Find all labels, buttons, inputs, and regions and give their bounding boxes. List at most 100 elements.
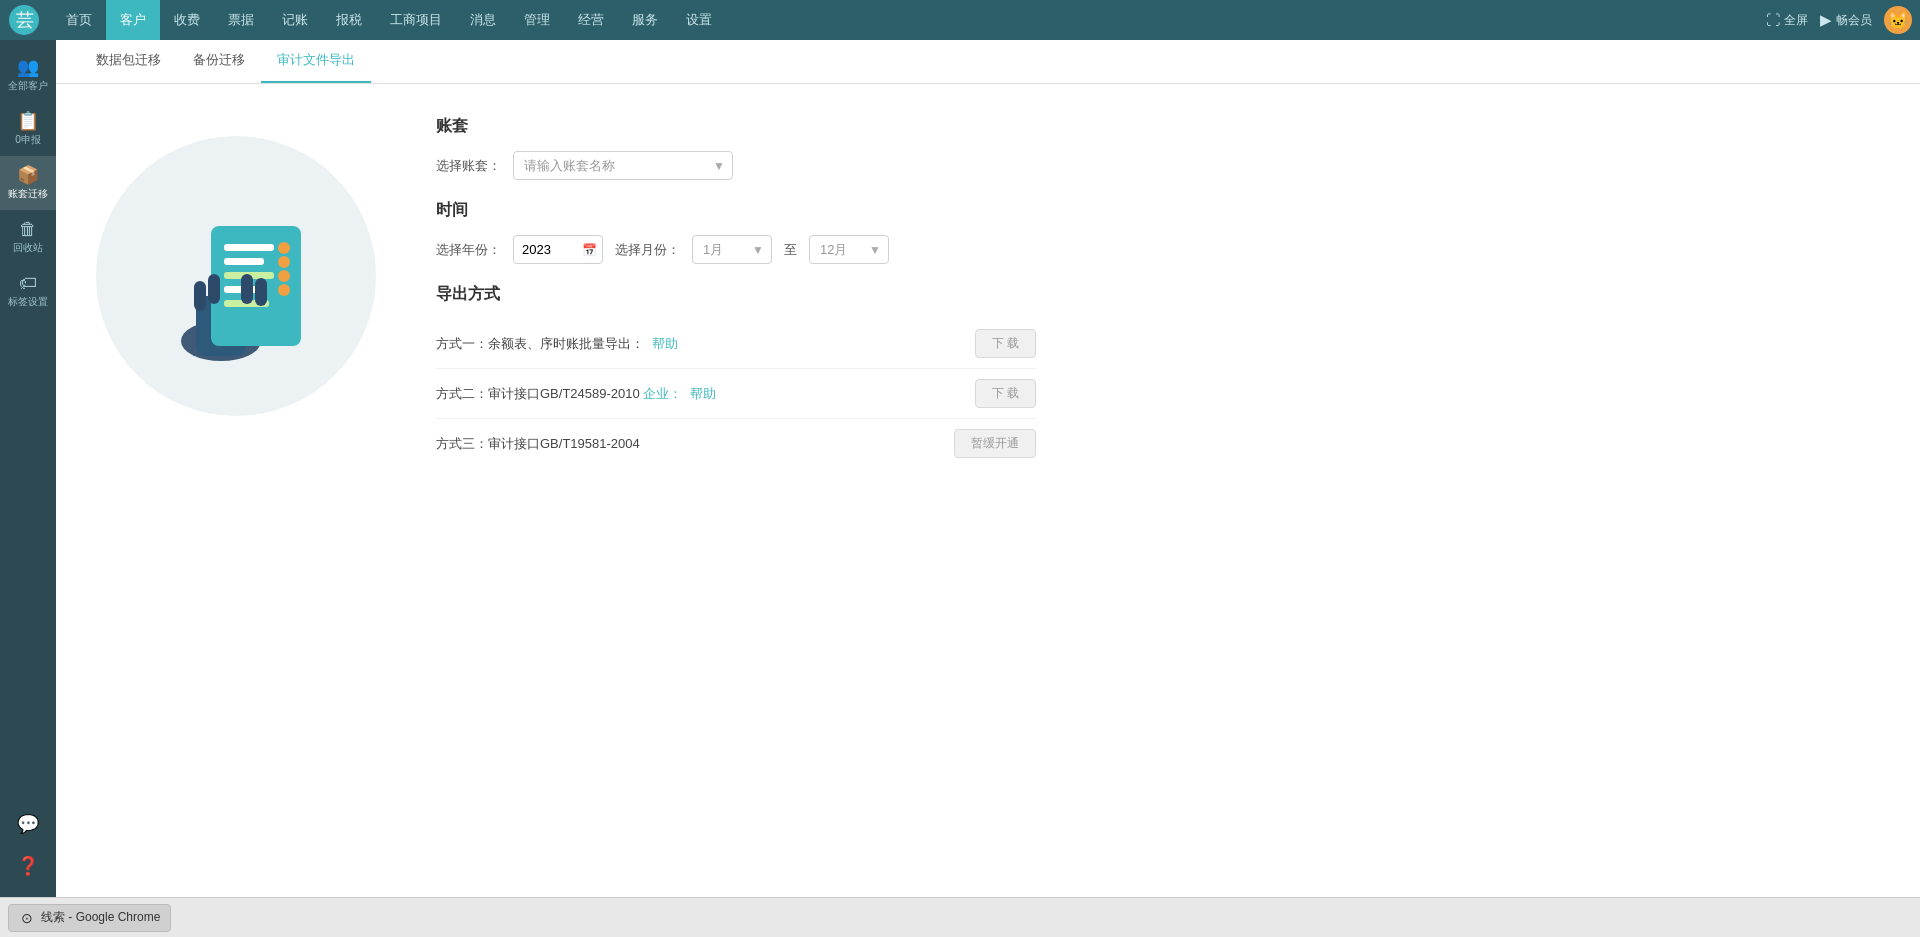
tab-audit-export[interactable]: 审计文件导出 xyxy=(261,40,371,83)
month-label: 选择月份： xyxy=(615,241,680,259)
form-area: 账套 选择账套： 请输入账套名称 ▼ 时间 选择年份： xyxy=(436,116,1036,865)
time-row: 选择年份： 📅 选择月份： 1月2月3月 4月5月6月 7月8月9月 10月11 xyxy=(436,235,1036,264)
svg-rect-5 xyxy=(224,244,274,251)
illustration-area xyxy=(96,116,376,865)
nav-settings[interactable]: 设置 xyxy=(672,0,726,40)
chat-icon: 💬 xyxy=(17,813,39,835)
separator-text: 至 xyxy=(784,241,797,259)
time-section-title: 时间 xyxy=(436,200,1036,221)
sidebar-item-account-migration[interactable]: 📦 账套迁移 xyxy=(0,156,56,210)
method-3-pending-button[interactable]: 暂缓开通 xyxy=(954,429,1036,458)
nav-operation[interactable]: 经营 xyxy=(564,0,618,40)
method-2-download-button[interactable]: 下 载 xyxy=(975,379,1036,408)
year-input-wrap: 📅 xyxy=(513,235,603,264)
illustration-svg xyxy=(136,166,336,386)
nav-tax[interactable]: 报税 xyxy=(322,0,376,40)
main-content: 数据包迁移 备份迁移 审计文件导出 xyxy=(56,40,1920,897)
all-customers-icon: 👥 xyxy=(17,58,39,76)
app-body: 👥 全部客户 📋 0申报 📦 账套迁移 🗑 回收站 🏷 标签设置 💬 ❓ xyxy=(0,40,1920,897)
sidebar: 👥 全部客户 📋 0申报 📦 账套迁移 🗑 回收站 🏷 标签设置 💬 ❓ xyxy=(0,40,56,897)
fullscreen-button[interactable]: ⛶ 全屏 xyxy=(1766,12,1808,29)
tabs-bar: 数据包迁移 备份迁移 审计文件导出 xyxy=(56,40,1920,84)
taskbar-chrome-label: 线索 - Google Chrome xyxy=(41,909,160,926)
nav-message[interactable]: 消息 xyxy=(456,0,510,40)
account-select[interactable]: 请输入账套名称 xyxy=(513,151,733,180)
nav-service[interactable]: 服务 xyxy=(618,0,672,40)
tab-data-migration[interactable]: 数据包迁移 xyxy=(80,40,177,83)
method-1-help-link[interactable]: 帮助 xyxy=(652,336,678,351)
svg-point-10 xyxy=(278,242,290,254)
sidebar-label-tag-settings: 标签设置 xyxy=(8,296,48,308)
illustration-circle xyxy=(96,136,376,416)
sidebar-label-recycle: 回收站 xyxy=(13,242,43,254)
method-2-help-link[interactable]: 帮助 xyxy=(690,386,716,401)
export-section-title: 导出方式 xyxy=(436,284,1036,305)
method-1-text: 方式一：余额表、序时账批量导出： xyxy=(436,336,644,351)
sidebar-chat-button[interactable]: 💬 xyxy=(0,805,56,843)
nav-manage[interactable]: 管理 xyxy=(510,0,564,40)
year-label: 选择年份： xyxy=(436,241,501,259)
nav-invoice[interactable]: 票据 xyxy=(214,0,268,40)
tag-settings-icon: 🏷 xyxy=(19,274,37,292)
sidebar-item-zero-declaration[interactable]: 📋 0申报 xyxy=(0,102,56,156)
nav-customer[interactable]: 客户 xyxy=(106,0,160,40)
month-end-wrap: 1月2月3月 4月5月6月 7月8月9月 10月11月 12月 ▼ xyxy=(809,235,889,264)
month-start-select[interactable]: 1月2月3月 4月5月6月 7月8月9月 10月11月12月 xyxy=(692,235,772,264)
help-icon: ❓ xyxy=(17,855,39,877)
recycle-icon: 🗑 xyxy=(19,220,37,238)
taskbar-chrome-item[interactable]: ⊙ 线索 - Google Chrome xyxy=(8,904,171,932)
sidebar-item-all-customers[interactable]: 👥 全部客户 xyxy=(0,48,56,102)
month-start-wrap: 1月2月3月 4月5月6月 7月8月9月 10月11月12月 ▼ xyxy=(692,235,772,264)
export-section: 导出方式 方式一：余额表、序时账批量导出： 帮助 下 载 方式二：审计接口GB/… xyxy=(436,284,1036,468)
fullscreen-label: 全屏 xyxy=(1784,12,1808,29)
svg-rect-15 xyxy=(208,274,220,304)
account-section-title: 账套 xyxy=(436,116,1036,137)
svg-text:芸: 芸 xyxy=(16,10,34,30)
account-select-wrap: 请输入账套名称 ▼ xyxy=(513,151,733,180)
fullscreen-icon: ⛶ xyxy=(1766,12,1780,28)
svg-point-11 xyxy=(278,256,290,268)
nav-commerce[interactable]: 工商项目 xyxy=(376,0,456,40)
account-migration-icon: 📦 xyxy=(17,166,39,184)
svg-rect-14 xyxy=(194,281,206,311)
member-button[interactable]: ▶ 畅会员 xyxy=(1820,11,1872,29)
app-logo[interactable]: 芸 xyxy=(8,4,40,36)
member-icon: ▶ xyxy=(1820,11,1832,29)
nav-right: ⛶ 全屏 ▶ 畅会员 🐱 xyxy=(1766,6,1912,34)
nav-home[interactable]: 首页 xyxy=(52,0,106,40)
year-input[interactable] xyxy=(513,235,603,264)
sidebar-help-button[interactable]: ❓ xyxy=(0,847,56,885)
method-2-company-link[interactable]: 企业： xyxy=(643,386,682,401)
tab-backup-migration[interactable]: 备份迁移 xyxy=(177,40,261,83)
method-1-download-button[interactable]: 下 载 xyxy=(975,329,1036,358)
month-end-select[interactable]: 1月2月3月 4月5月6月 7月8月9月 10月11月 12月 xyxy=(809,235,889,264)
method-2-label: 方式二：审计接口GB/T24589-2010 企业： 帮助 xyxy=(436,385,975,403)
sidebar-bottom: 💬 ❓ xyxy=(0,805,56,897)
sidebar-item-tag-settings[interactable]: 🏷 标签设置 xyxy=(0,264,56,318)
method-3-text: 方式三：审计接口GB/T19581-2004 xyxy=(436,436,640,451)
time-section: 时间 选择年份： 📅 选择月份： 1月2月3月 4月5月6月 7月 xyxy=(436,200,1036,264)
sidebar-label-zero-declaration: 0申报 xyxy=(15,134,41,146)
zero-declaration-icon: 📋 xyxy=(17,112,39,130)
svg-point-12 xyxy=(278,270,290,282)
nav-fee[interactable]: 收费 xyxy=(160,0,214,40)
nav-items: 首页 客户 收费 票据 记账 报税 工商项目 消息 管理 经营 服务 设置 xyxy=(52,0,1766,40)
method-1-label: 方式一：余额表、序时账批量导出： 帮助 xyxy=(436,335,975,353)
method-3-label: 方式三：审计接口GB/T19581-2004 xyxy=(436,435,954,453)
svg-rect-6 xyxy=(224,258,264,265)
sidebar-label-account-migration: 账套迁移 xyxy=(8,188,48,200)
top-nav: 芸 首页 客户 收费 票据 记账 报税 工商项目 消息 管理 经营 服务 设置 … xyxy=(0,0,1920,40)
sidebar-item-recycle[interactable]: 🗑 回收站 xyxy=(0,210,56,264)
svg-rect-16 xyxy=(241,274,253,304)
export-method-2: 方式二：审计接口GB/T24589-2010 企业： 帮助 下 载 xyxy=(436,369,1036,419)
avatar[interactable]: 🐱 xyxy=(1884,6,1912,34)
page-body: 账套 选择账套： 请输入账套名称 ▼ 时间 选择年份： xyxy=(56,84,1920,897)
svg-rect-17 xyxy=(255,278,267,306)
nav-bookkeeping[interactable]: 记账 xyxy=(268,0,322,40)
account-label: 选择账套： xyxy=(436,157,501,175)
sidebar-label-all-customers: 全部客户 xyxy=(8,80,48,92)
account-row: 选择账套： 请输入账套名称 ▼ xyxy=(436,151,1036,180)
member-label: 畅会员 xyxy=(1836,12,1872,29)
svg-point-13 xyxy=(278,284,290,296)
method-2-text: 方式二：审计接口GB/T24589-2010 xyxy=(436,386,640,401)
